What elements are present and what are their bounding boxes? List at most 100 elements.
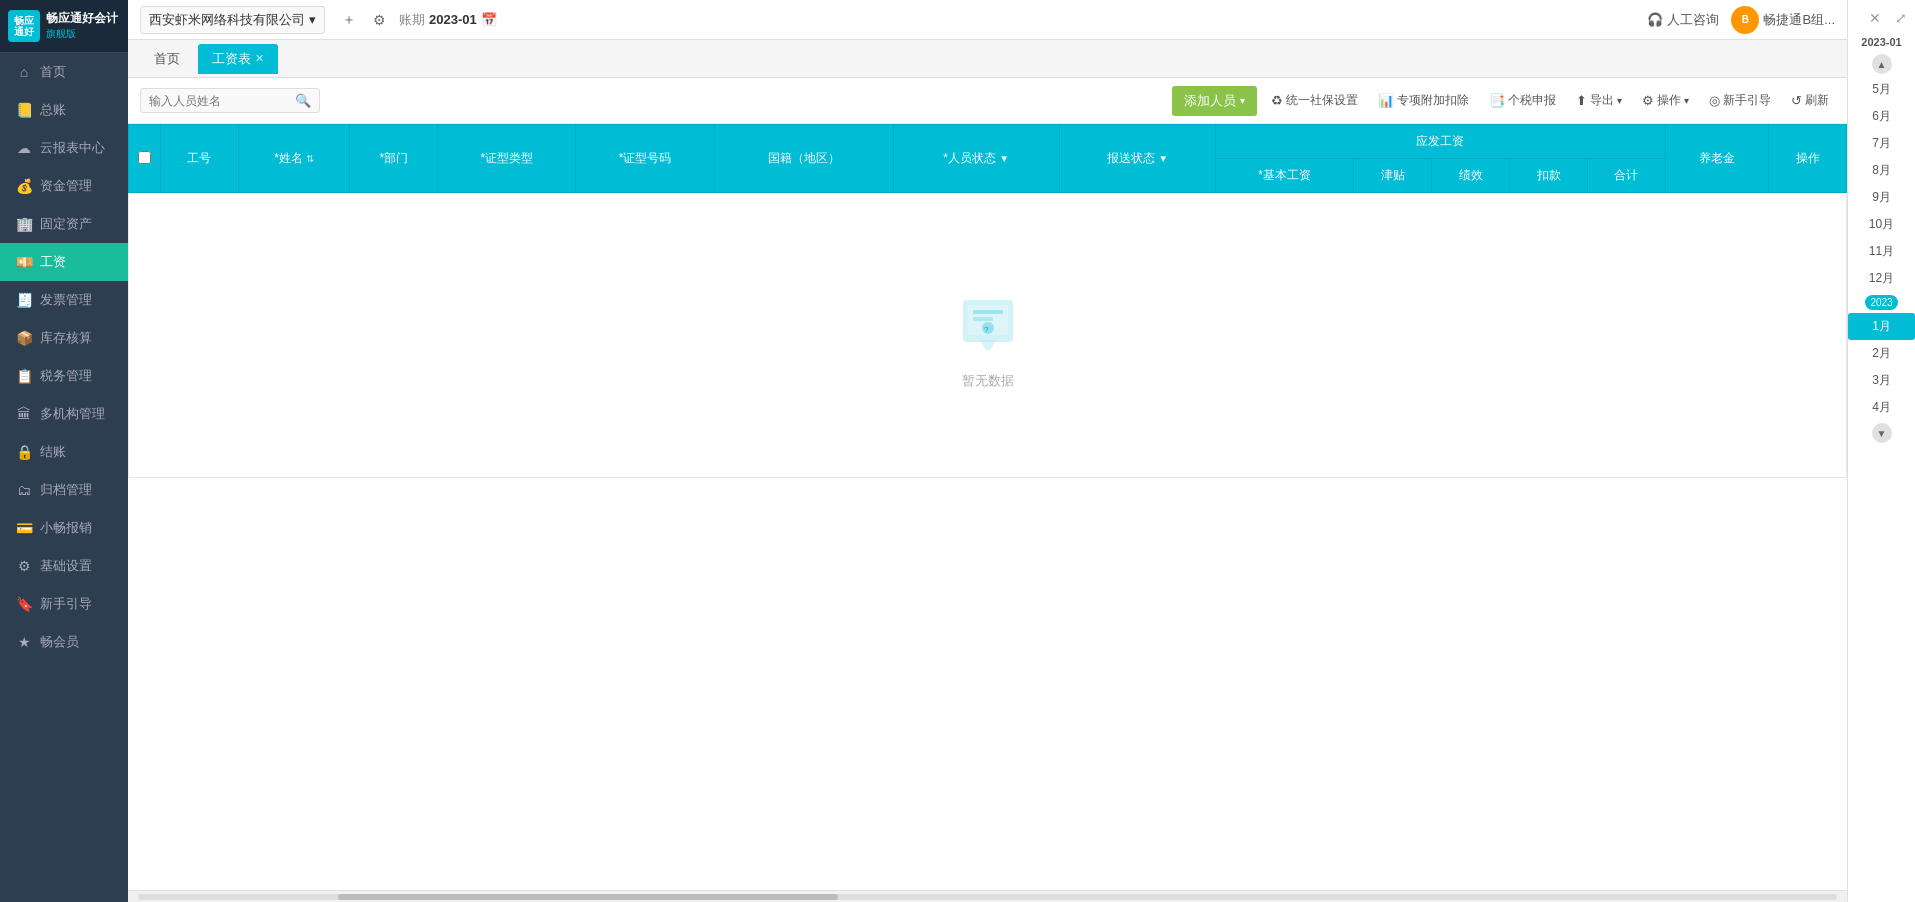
sidebar-item-ledger[interactable]: 📒 总账: [0, 91, 128, 129]
sidebar-item-member[interactable]: ★ 畅会员: [0, 623, 128, 661]
th-name[interactable]: *姓名 ⇅: [238, 125, 350, 193]
personal-tax-button[interactable]: 📑 个税申报: [1483, 88, 1562, 113]
personal-tax-label: 个税申报: [1508, 92, 1556, 109]
sidebar-item-archive[interactable]: 🗂 归档管理: [0, 471, 128, 509]
operations-button[interactable]: ⚙ 操作 ▾: [1636, 88, 1695, 113]
calendar-icon[interactable]: 📅: [481, 12, 497, 27]
sidebar-item-close[interactable]: 🔒 结账: [0, 433, 128, 471]
sidebar-item-salary[interactable]: 💴 工资: [0, 243, 128, 281]
social-security-label: 统一社保设置: [1286, 92, 1358, 109]
search-input[interactable]: [149, 94, 291, 108]
year-badge-2023[interactable]: 2023: [1865, 295, 1897, 310]
social-security-button[interactable]: ♻ 统一社保设置: [1265, 88, 1364, 113]
avatar: B: [1731, 6, 1759, 34]
topbar-actions: ＋ ⚙: [337, 8, 391, 32]
sidebar-item-invoice[interactable]: 🧾 发票管理: [0, 281, 128, 319]
scroll-down-button[interactable]: ▼: [1872, 423, 1892, 443]
month-item-2[interactable]: 2月: [1848, 340, 1915, 367]
month-item-1[interactable]: 1月: [1848, 313, 1915, 340]
sidebar-item-fixed-assets[interactable]: 🏢 固定资产: [0, 205, 128, 243]
month-label: 3月: [1872, 373, 1891, 387]
scroll-up-button[interactable]: ▲: [1872, 54, 1892, 74]
member-icon: ★: [16, 634, 32, 650]
bottom-scrollbar[interactable]: [128, 890, 1847, 902]
help-label: 人工咨询: [1667, 11, 1719, 29]
panel-close-icon[interactable]: ✕: [1865, 6, 1885, 30]
month-item-5[interactable]: 5月: [1848, 76, 1915, 103]
rp-top-actions: ✕ ⤢: [1848, 4, 1915, 32]
th-checkbox[interactable]: [129, 125, 161, 193]
logo-text: 畅应通好会计: [46, 11, 118, 27]
sidebar: 畅应通好 畅应通好会计 旗舰版 ⌂ 首页 📒 总账 ☁ 云报表中心 💰 资金管理…: [0, 0, 128, 902]
sidebar-item-label: 多机构管理: [40, 405, 105, 423]
export-button[interactable]: ⬆ 导出 ▾: [1570, 88, 1628, 113]
sidebar-item-label: 库存核算: [40, 329, 92, 347]
company-selector[interactable]: 西安虾米网络科技有限公司 ▾: [140, 6, 325, 34]
sidebar-item-multi-org[interactable]: 🏛 多机构管理: [0, 395, 128, 433]
multi-org-icon: 🏛: [16, 406, 32, 422]
period-value: 2023-01: [429, 12, 477, 27]
tab-home[interactable]: 首页: [140, 44, 194, 74]
month-label: 8月: [1872, 163, 1891, 177]
name-sort-icon: ⇅: [306, 153, 314, 164]
sidebar-item-inventory[interactable]: 📦 库存核算: [0, 319, 128, 357]
month-label: 5月: [1872, 82, 1891, 96]
month-item-9[interactable]: 9月: [1848, 184, 1915, 211]
sidebar-item-cloud-report[interactable]: ☁ 云报表中心: [0, 129, 128, 167]
period-header: 2023-01: [1861, 32, 1901, 52]
svg-rect-2: [973, 310, 1003, 314]
month-item-10[interactable]: 10月: [1848, 211, 1915, 238]
panel-expand-icon[interactable]: ⤢: [1891, 6, 1911, 30]
sidebar-item-guide[interactable]: 🔖 新手引导: [0, 585, 128, 623]
th-performance: 绩效: [1432, 159, 1510, 193]
sidebar-item-label: 归档管理: [40, 481, 92, 499]
sidebar-item-fund[interactable]: 💰 资金管理: [0, 167, 128, 205]
month-item-6[interactable]: 6月: [1848, 103, 1915, 130]
add-company-button[interactable]: ＋: [337, 8, 361, 32]
month-label: 2月: [1872, 346, 1891, 360]
month-item-11[interactable]: 11月: [1848, 238, 1915, 265]
th-deduction: 扣款: [1510, 159, 1588, 193]
topbar-right: 🎧 人工咨询 B 畅捷通B组...: [1647, 6, 1835, 34]
svg-text:?: ?: [984, 325, 989, 334]
user-label: 畅捷通B组...: [1763, 11, 1835, 29]
headphone-icon: 🎧: [1647, 12, 1663, 27]
home-icon: ⌂: [16, 64, 32, 80]
th-report-status[interactable]: 报送状态 ▼: [1059, 125, 1215, 193]
refresh-button[interactable]: ↺ 刷新: [1785, 88, 1835, 113]
sidebar-item-settings[interactable]: ⚙ 基础设置: [0, 547, 128, 585]
month-item-7[interactable]: 7月: [1848, 130, 1915, 157]
svg-marker-6: [980, 340, 996, 350]
sidebar-item-tax[interactable]: 📋 税务管理: [0, 357, 128, 395]
guide-button[interactable]: ◎ 新手引导: [1703, 88, 1777, 113]
sidebar-item-label: 税务管理: [40, 367, 92, 385]
sidebar-item-expense[interactable]: 💳 小畅报销: [0, 509, 128, 547]
add-person-arrow-icon: ▾: [1240, 95, 1245, 106]
settings-button[interactable]: ⚙: [367, 8, 391, 32]
month-item-8[interactable]: 8月: [1848, 157, 1915, 184]
tab-salary-table[interactable]: 工资表 ✕: [198, 44, 278, 74]
account-period: 账期 2023-01 📅: [399, 11, 497, 29]
th-salary-group: 应发工资: [1216, 125, 1666, 159]
right-panel: ✕ ⤢ 2023-01 ▲ 5月 6月 7月 8月 9月 10月 11月 12月…: [1847, 0, 1915, 902]
tab-close-icon[interactable]: ✕: [255, 52, 264, 65]
scrollbar-thumb[interactable]: [338, 894, 838, 900]
th-status[interactable]: *人员状态 ▼: [893, 125, 1059, 193]
help-button[interactable]: 🎧 人工咨询: [1647, 11, 1719, 29]
add-person-button[interactable]: 添加人员 ▾: [1172, 86, 1257, 116]
tax-deduction-button[interactable]: 📊 专项附加扣除: [1372, 88, 1475, 113]
ledger-icon: 📒: [16, 102, 32, 118]
select-all-checkbox[interactable]: [138, 151, 151, 164]
empty-state: ? 暂无数据: [135, 200, 1840, 470]
sidebar-item-home[interactable]: ⌂ 首页: [0, 53, 128, 91]
tab-salary-label: 工资表: [212, 50, 251, 68]
tabbar: 首页 工资表 ✕: [128, 40, 1847, 78]
sidebar-logo: 畅应通好 畅应通好会计 旗舰版: [0, 0, 128, 53]
month-item-3[interactable]: 3月: [1848, 367, 1915, 394]
fund-icon: 💰: [16, 178, 32, 194]
month-item-4[interactable]: 4月: [1848, 394, 1915, 421]
logo-sub: 旗舰版: [46, 27, 118, 41]
user-menu[interactable]: B 畅捷通B组...: [1731, 6, 1835, 34]
th-action: 操作: [1769, 125, 1847, 193]
month-item-12[interactable]: 12月: [1848, 265, 1915, 292]
